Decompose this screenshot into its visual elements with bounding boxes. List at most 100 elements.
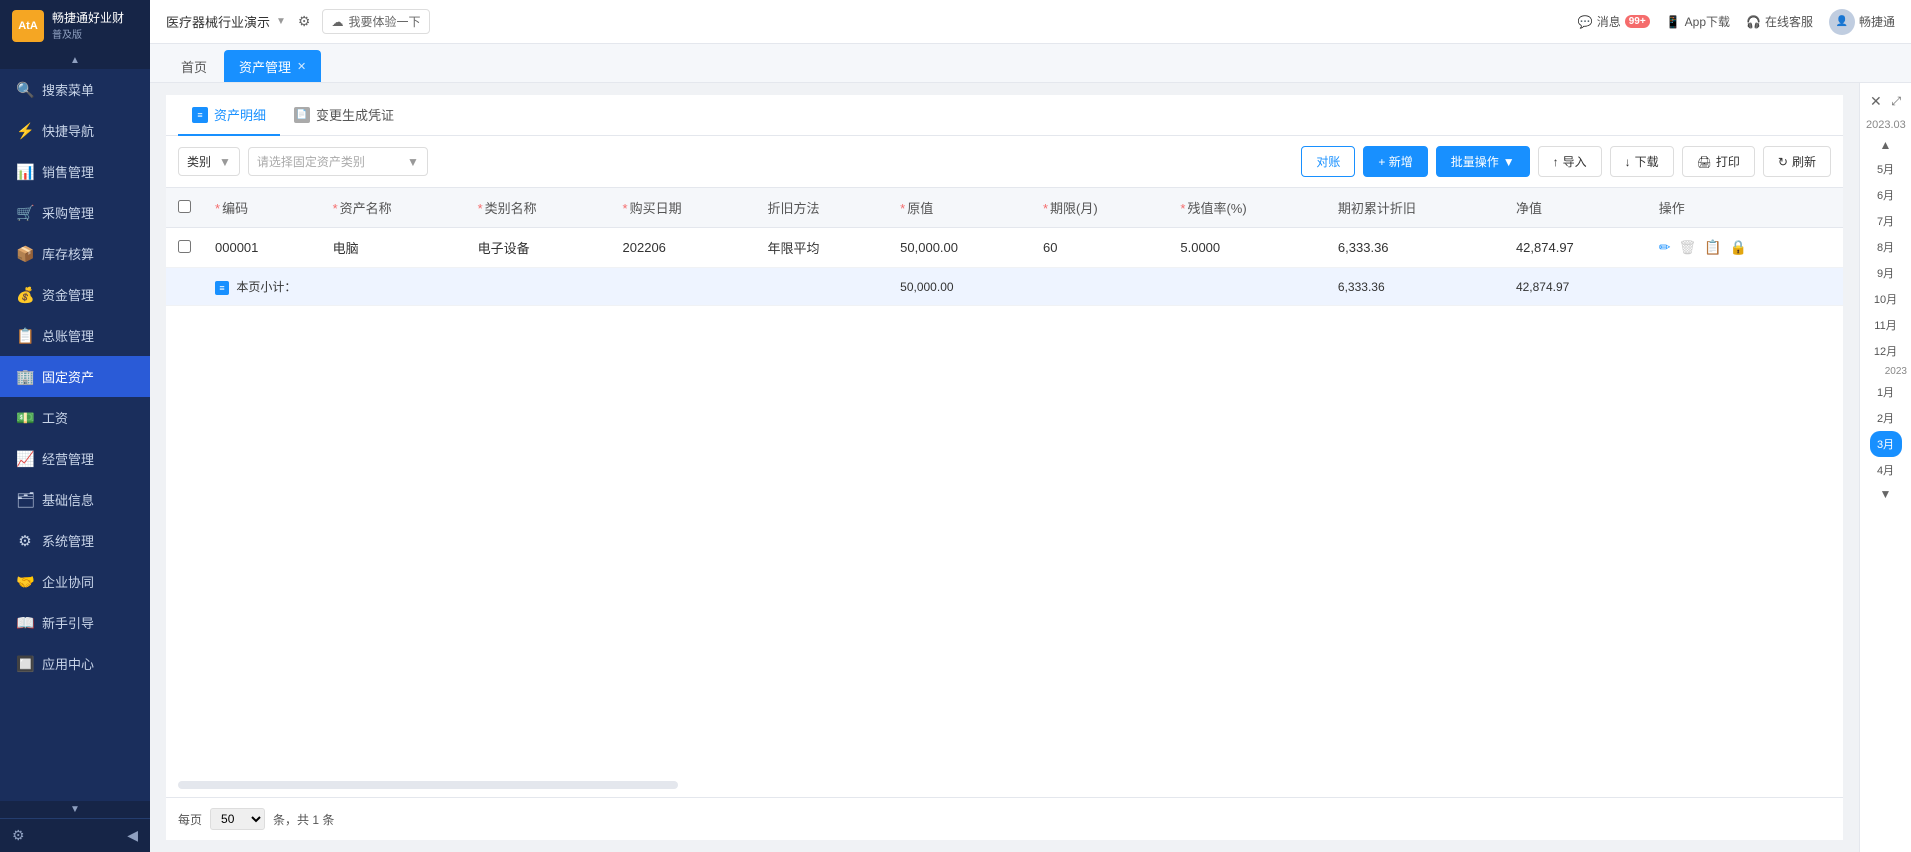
search-icon: 🔍	[16, 81, 34, 99]
sidebar-item-label: 系统管理	[42, 531, 94, 550]
topbar-title: 医疗器械行业演示 ▼	[166, 12, 286, 31]
table-row: 000001 电脑 电子设备 202206 年限平均 50,000.00 60 …	[166, 228, 1843, 268]
settings-icon[interactable]: ⚙	[12, 827, 25, 844]
sidebar-item-label: 总账管理	[42, 326, 94, 345]
col-net-value: 净值	[1504, 188, 1647, 228]
month-item-7[interactable]: 7月	[1860, 208, 1911, 234]
lock-icon[interactable]: 🔒	[1730, 239, 1747, 256]
month-item-8[interactable]: 8月	[1860, 234, 1911, 260]
month-item-2[interactable]: 2月	[1860, 405, 1911, 431]
panel-expand-button[interactable]: ⤢	[1887, 92, 1905, 111]
month-item-11[interactable]: 11月	[1860, 312, 1911, 338]
row-checkbox[interactable]	[178, 240, 191, 253]
row-code: 000001	[203, 228, 321, 268]
sidebar-item-label: 工资	[42, 408, 68, 427]
message-icon: 💬	[1578, 15, 1593, 29]
table-wrapper: *编码 *资产名称 *类别名称 *购买日期 折旧方法 *原值 *期限(月) *残…	[166, 188, 1843, 769]
subtotal-icon: ≡	[215, 281, 229, 295]
collapse-icon[interactable]: ◀	[127, 827, 138, 844]
asset-table: *编码 *资产名称 *类别名称 *购买日期 折旧方法 *原值 *期限(月) *残…	[166, 188, 1843, 306]
app-download-button[interactable]: 📱 App下载	[1666, 13, 1730, 30]
page-size-select[interactable]: 50 10 20 100	[210, 808, 265, 830]
select-all-checkbox[interactable]	[178, 200, 191, 213]
sidebar-scroll-down[interactable]: ▼	[0, 801, 150, 818]
row-checkbox-cell	[166, 228, 203, 268]
sidebar-item-fixed[interactable]: 🏢 固定资产	[0, 356, 150, 397]
month-item-5[interactable]: 5月	[1860, 156, 1911, 182]
month-item-4[interactable]: 4月	[1860, 457, 1911, 483]
sidebar-item-newguide[interactable]: 📖 新手引导	[0, 602, 150, 643]
fixed-icon: 🏢	[16, 368, 34, 386]
topbar-gear-icon[interactable]: ⚙	[298, 13, 311, 30]
user-button[interactable]: 👤 畅捷通	[1829, 9, 1895, 35]
sidebar-bottom: ⚙ ◀	[0, 818, 150, 852]
category-filter-placeholder: 请选择固定资产类别	[257, 153, 365, 170]
col-accumulated-depreciation: 期初累计折旧	[1326, 188, 1504, 228]
app-download-label: App下载	[1685, 13, 1730, 30]
import-button[interactable]: ↑ 导入	[1538, 146, 1602, 177]
sidebar-item-operations[interactable]: 📈 经营管理	[0, 438, 150, 479]
system-icon: ⚙	[16, 532, 34, 550]
sidebar-item-sales[interactable]: 📊 销售管理	[0, 151, 150, 192]
category-filter-label: 类别	[187, 153, 211, 170]
panel-up-arrow[interactable]: ▲	[1876, 134, 1896, 156]
subtotal-original-value: 50,000.00	[888, 268, 1031, 306]
copy-icon[interactable]: 📋	[1704, 239, 1721, 256]
sidebar-item-system[interactable]: ⚙ 系统管理	[0, 520, 150, 561]
category-filter-select[interactable]: 类别 ▼	[178, 147, 240, 176]
sidebar-item-basicinfo[interactable]: 🗂 基础信息	[0, 479, 150, 520]
asset-detail-icon: ≡	[192, 107, 208, 123]
experience-button[interactable]: ☁ 我要体验一下	[322, 9, 429, 34]
panel-year-header: 2023.03	[1860, 116, 1911, 134]
refresh-button[interactable]: ↻ 刷新	[1763, 146, 1831, 177]
panel-down-arrow[interactable]: ▼	[1876, 483, 1896, 505]
panel-close-button[interactable]: ✕	[1866, 91, 1886, 112]
import-icon: ↑	[1553, 155, 1559, 169]
subtab-change-voucher[interactable]: 📄 变更生成凭证	[280, 95, 408, 136]
subtab-asset-detail[interactable]: ≡ 资产明细	[178, 95, 280, 136]
inventory-icon: 📦	[16, 245, 34, 263]
print-button[interactable]: 🖨 打印	[1682, 146, 1755, 177]
subtab-change-voucher-label: 变更生成凭证	[316, 105, 394, 124]
sidebar-item-appcenter[interactable]: 🔲 应用中心	[0, 643, 150, 684]
sidebar-item-ledger[interactable]: 📋 总账管理	[0, 315, 150, 356]
import-label: 导入	[1563, 153, 1587, 170]
account-button[interactable]: 对账	[1301, 146, 1355, 177]
month-item-9[interactable]: 9月	[1860, 260, 1911, 286]
sidebar-item-search[interactable]: 🔍 搜索菜单	[0, 69, 150, 110]
month-item-10[interactable]: 10月	[1860, 286, 1911, 312]
sidebar-item-inventory[interactable]: 📦 库存核算	[0, 233, 150, 274]
month-item-3-active[interactable]: 3月	[1870, 431, 1902, 457]
subtotal-actions	[1647, 268, 1843, 306]
delete-icon[interactable]: 🗑	[1679, 239, 1697, 256]
sidebar-item-purchase[interactable]: 🛒 采购管理	[0, 192, 150, 233]
sidebar-item-enterprise[interactable]: 🤝 企业协同	[0, 561, 150, 602]
sidebar-item-quicknav[interactable]: ⚡ 快捷导航	[0, 110, 150, 151]
add-button[interactable]: + 新增	[1363, 146, 1427, 177]
month-item-12[interactable]: 12月	[1860, 338, 1911, 364]
batch-button[interactable]: 批量操作 ▼	[1436, 146, 1530, 177]
newguide-icon: 📖	[16, 614, 34, 632]
subtotal-label: ≡ 本页小计：	[203, 268, 888, 306]
service-button[interactable]: 🎧 在线客服	[1746, 13, 1813, 30]
sidebar-scroll-up[interactable]: ▲	[0, 52, 150, 69]
ledger-icon: 📋	[16, 327, 34, 345]
sidebar-item-label: 库存核算	[42, 244, 94, 263]
month-item-6[interactable]: 6月	[1860, 182, 1911, 208]
tab-close-icon[interactable]: ✕	[297, 60, 306, 73]
logo-sub: 普及版	[52, 26, 124, 41]
download-icon: 📱	[1666, 15, 1681, 29]
download-button[interactable]: ↓ 下载	[1610, 146, 1674, 177]
payroll-icon: 💵	[16, 409, 34, 427]
edit-icon[interactable]: ✏	[1659, 239, 1671, 256]
month-item-1[interactable]: 1月	[1860, 379, 1911, 405]
sidebar-item-funds[interactable]: 💰 资金管理	[0, 274, 150, 315]
sidebar-item-payroll[interactable]: 💵 工资	[0, 397, 150, 438]
tab-home[interactable]: 首页	[166, 50, 222, 82]
row-category: 电子设备	[466, 228, 611, 268]
message-button[interactable]: 💬 消息 99+	[1578, 13, 1650, 30]
right-panel: ✕ ⤢ 2023.03 ▲ 5月 6月 7月 8月 9月 10月 11月 12月…	[1859, 83, 1911, 852]
tab-asset[interactable]: 资产管理 ✕	[224, 50, 321, 82]
horizontal-scrollbar[interactable]	[178, 781, 678, 789]
category-filter-input[interactable]: 请选择固定资产类别 ▼	[248, 147, 428, 176]
